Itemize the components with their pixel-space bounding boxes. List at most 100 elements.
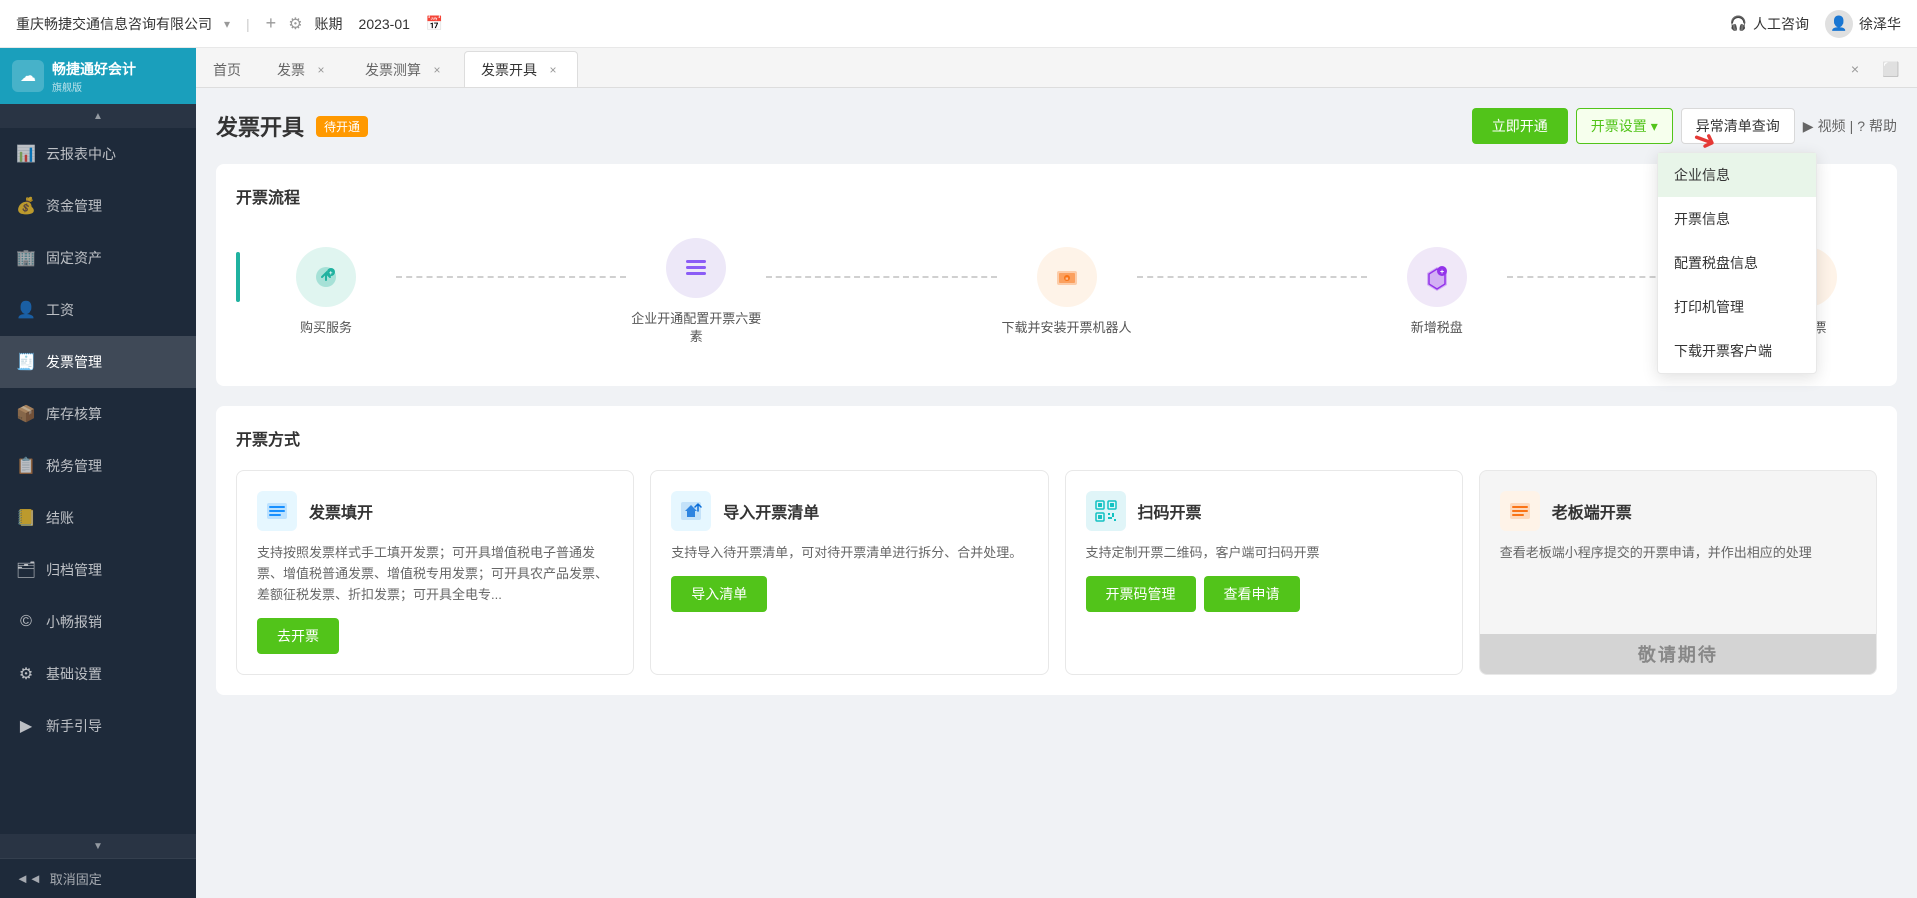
jiezhang-icon: 📒 bbox=[16, 508, 36, 528]
sidebar-item-xinshou[interactable]: ▶ 新手引导 bbox=[0, 700, 196, 752]
tab-fapiao-label: 发票 bbox=[277, 60, 305, 80]
billing-card-4-header: 老板端开票 bbox=[1500, 491, 1856, 531]
billing-card-2: 导入开票清单 支持导入待开票清单，可对待开票清单进行拆分、合并处理。 导入清单 bbox=[650, 470, 1048, 674]
flow-step-3-label: 下载并安装开票机器人 bbox=[1001, 319, 1131, 337]
jichu-icon: ⚙ bbox=[16, 664, 36, 684]
settings-button[interactable]: 开票设置 ▾ bbox=[1576, 108, 1673, 144]
billing-card-2-title: 导入开票清单 bbox=[723, 499, 819, 523]
dropdown-item-printer[interactable]: 打印机管理 bbox=[1658, 285, 1816, 329]
tab-fapiao[interactable]: 发票 × bbox=[260, 51, 346, 87]
tab-cesuan-close[interactable]: × bbox=[429, 62, 445, 78]
add-company-icon[interactable]: + bbox=[266, 13, 277, 34]
import-list-button[interactable]: 导入清单 bbox=[671, 576, 767, 612]
gongzi-icon: 👤 bbox=[16, 300, 36, 320]
sidebar-scroll-down[interactable]: ▼ bbox=[0, 834, 196, 858]
billing-card-3-header: 扫码开票 bbox=[1086, 491, 1442, 531]
unpin-icon: ◄◄ bbox=[16, 871, 42, 886]
yunbaobiao-icon: 📊 bbox=[16, 144, 36, 164]
settings-icon[interactable]: ⚙ bbox=[288, 14, 302, 34]
tab-maximize-button[interactable]: ⬜ bbox=[1877, 55, 1905, 83]
flow-icon-2 bbox=[666, 238, 726, 298]
gudingzichan-icon: 🏢 bbox=[16, 248, 36, 268]
sidebar-item-jiezhang[interactable]: 📒 结账 bbox=[0, 492, 196, 544]
main-layout: ☁ 畅捷通好会计 旗舰版 ▲ 📊 云报表中心 💰 资金管理 🏢 固定资产 👤 bbox=[0, 48, 1917, 898]
sidebar-scroll: 📊 云报表中心 💰 资金管理 🏢 固定资产 👤 工资 🧾 发票管理 📦 bbox=[0, 128, 196, 834]
sidebar-item-fapiao[interactable]: 🧾 发票管理 bbox=[0, 336, 196, 388]
sidebar-unpin[interactable]: ◄◄ 取消固定 bbox=[0, 858, 196, 898]
sidebar-item-label: 结账 bbox=[46, 508, 74, 528]
sidebar-item-label: 新手引导 bbox=[46, 716, 102, 736]
avatar: 👤 bbox=[1825, 10, 1853, 38]
svg-text:≡: ≡ bbox=[1065, 277, 1068, 283]
flow-step-1: + 购买服务 bbox=[256, 247, 396, 337]
settings-dropdown-menu: ➜ 企业信息 开票信息 配置税盘信息 打印机管理 下载开票客户端 bbox=[1657, 152, 1817, 374]
sidebar-item-yunbaobiao[interactable]: 📊 云报表中心 bbox=[0, 128, 196, 180]
divider: | bbox=[1850, 118, 1854, 134]
tab-fapiao-kaiju[interactable]: 发票开具 × bbox=[464, 51, 578, 87]
dropdown-item-enterprise-info[interactable]: 企业信息 bbox=[1658, 153, 1816, 197]
tab-kaiju-close[interactable]: × bbox=[545, 62, 561, 78]
sidebar-item-kucun[interactable]: 📦 库存核算 bbox=[0, 388, 196, 440]
sidebar-item-label: 资金管理 bbox=[46, 196, 102, 216]
top-bar-right: 🎧 人工咨询 👤 徐泽华 bbox=[1730, 10, 1901, 38]
sidebar-item-shuiwu[interactable]: 📋 税务管理 bbox=[0, 440, 196, 492]
flow-step-2: 企业开通配置开票六要素 bbox=[626, 238, 766, 346]
user-name: 徐泽华 bbox=[1859, 14, 1901, 34]
company-name[interactable]: 重庆畅捷交通信息咨询有限公司 bbox=[16, 14, 212, 34]
billing-card-3: 扫码开票 支持定制开票二维码，客户端可扫码开票 开票码管理 查看申请 bbox=[1065, 470, 1463, 674]
sidebar-item-zijin[interactable]: 💰 资金管理 bbox=[0, 180, 196, 232]
company-dropdown-icon[interactable]: ▾ bbox=[224, 17, 230, 31]
sidebar-item-xiaochang[interactable]: © 小畅报销 bbox=[0, 596, 196, 648]
billing-card-4-title: 老板端开票 bbox=[1552, 499, 1632, 523]
video-help[interactable]: ▶ 视频 | ? 帮助 bbox=[1803, 116, 1897, 136]
kucun-icon: 📦 bbox=[16, 404, 36, 424]
sidebar-item-gongzi[interactable]: 👤 工资 bbox=[0, 284, 196, 336]
flow-icon-3: ≡ bbox=[1037, 247, 1097, 307]
page-actions: 立即开通 开票设置 ▾ 异常清单查询 ▶ 视频 | ? 帮助 bbox=[1472, 108, 1897, 144]
flow-step-3: ≡ 下载并安装开票机器人 bbox=[997, 247, 1137, 337]
play-icon: ▶ bbox=[1803, 118, 1814, 135]
flow-connector-1 bbox=[396, 276, 626, 278]
logo-area: ☁ 畅捷通好会计 旗舰版 bbox=[0, 48, 196, 104]
flow-icon-1: + bbox=[296, 247, 356, 307]
page-content: 发票开具 待开通 立即开通 开票设置 ▾ 异常清单查询 ▶ 视频 | ? bbox=[196, 88, 1917, 898]
qr-manage-button[interactable]: 开票码管理 bbox=[1086, 576, 1196, 612]
sidebar-item-label: 发票管理 bbox=[46, 352, 102, 372]
billing-card-3-desc: 支持定制开票二维码，客户端可扫码开票 bbox=[1086, 543, 1442, 564]
dropdown-item-tax-disk[interactable]: 配置税盘信息 bbox=[1658, 241, 1816, 285]
tab-home[interactable]: 首页 bbox=[196, 51, 258, 87]
unpin-label: 取消固定 bbox=[50, 869, 102, 888]
help-icon: ? bbox=[1857, 118, 1865, 134]
sidebar-scroll-up[interactable]: ▲ bbox=[0, 104, 196, 128]
flow-connector-3 bbox=[1137, 276, 1367, 278]
sidebar-item-gudingzichan[interactable]: 🏢 固定资产 bbox=[0, 232, 196, 284]
tab-home-label: 首页 bbox=[213, 60, 241, 80]
tab-close-button[interactable]: × bbox=[1841, 55, 1869, 83]
dropdown-item-download-client[interactable]: 下载开票客户端 bbox=[1658, 329, 1816, 373]
billing-card-2-header: 导入开票清单 bbox=[671, 491, 1027, 531]
calendar-icon[interactable]: 📅 bbox=[426, 15, 443, 32]
activate-button[interactable]: 立即开通 bbox=[1472, 108, 1568, 144]
consultant-button[interactable]: 🎧 人工咨询 bbox=[1730, 14, 1809, 34]
sidebar-item-label: 小畅报销 bbox=[46, 612, 102, 632]
view-apply-button[interactable]: 查看申请 bbox=[1204, 576, 1300, 612]
svg-text:+: + bbox=[329, 271, 333, 277]
billing-card-3-buttons: 开票码管理 查看申请 bbox=[1086, 576, 1442, 612]
dropdown-item-billing-info[interactable]: 开票信息 bbox=[1658, 197, 1816, 241]
billing-card-4-icon bbox=[1500, 491, 1540, 531]
billing-card-2-icon bbox=[671, 491, 711, 531]
sidebar-item-guidang[interactable]: 🗂 归档管理 bbox=[0, 544, 196, 596]
flow-step-2-label: 企业开通配置开票六要素 bbox=[626, 310, 766, 346]
billing-card-1-icon bbox=[257, 491, 297, 531]
top-bar: 重庆畅捷交通信息咨询有限公司 ▾ | + ⚙ 账期 2023-01 📅 🎧 人工… bbox=[0, 0, 1917, 48]
sidebar-item-label: 基础设置 bbox=[46, 664, 102, 684]
sidebar-item-jichu[interactable]: ⚙ 基础设置 bbox=[0, 648, 196, 700]
settings-dropdown-icon: ▾ bbox=[1651, 118, 1658, 135]
sidebar-item-label: 库存核算 bbox=[46, 404, 102, 424]
page-title-area: 发票开具 待开通 bbox=[216, 110, 368, 142]
user-info[interactable]: 👤 徐泽华 bbox=[1825, 10, 1901, 38]
go-billing-button[interactable]: 去开票 bbox=[257, 618, 339, 654]
tab-fapiao-close[interactable]: × bbox=[313, 62, 329, 78]
tab-fapiao-cesuan[interactable]: 发票测算 × bbox=[348, 51, 462, 87]
billing-card-1-desc: 支持按照发票样式手工填开发票；可开具增值税电子普通发票、增值税普通发票、增值税专… bbox=[257, 543, 613, 605]
